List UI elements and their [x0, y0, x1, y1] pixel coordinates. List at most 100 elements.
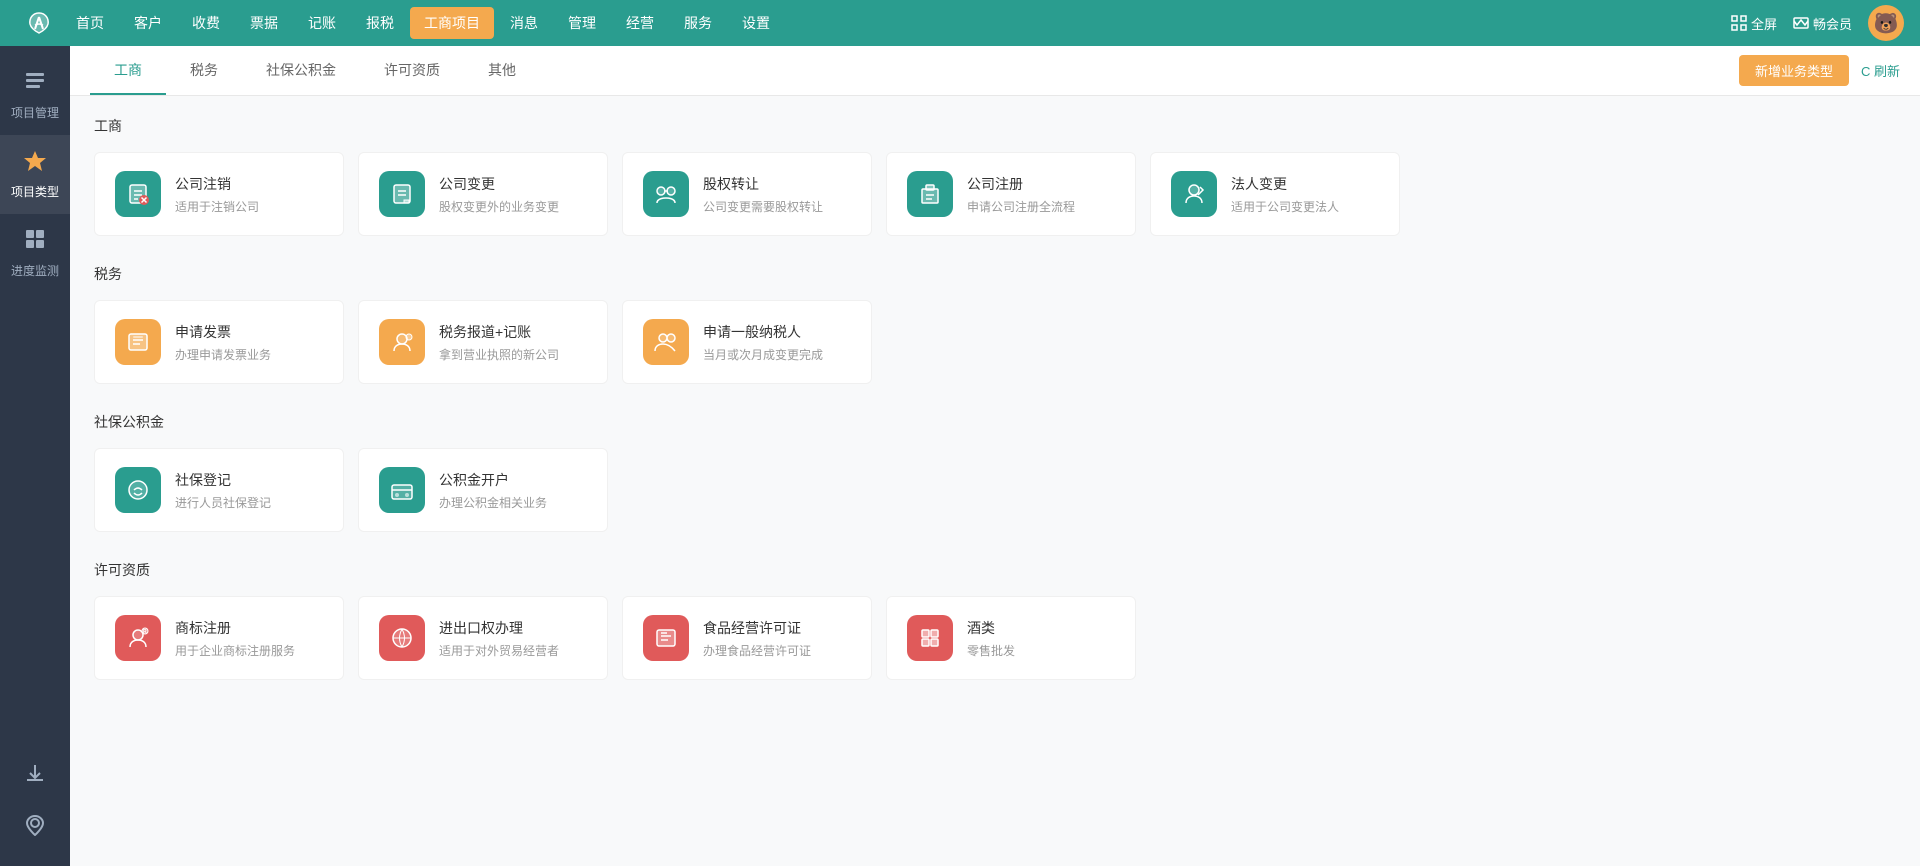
sidebar-item-project-manage[interactable]: 项目管理: [0, 56, 70, 135]
alcohol-title: 酒类: [967, 618, 1015, 638]
tab-qualification[interactable]: 许可资质: [360, 46, 464, 95]
card-apply-taxpayer[interactable]: 申请一般纳税人 当月或次月成变更完成: [622, 300, 872, 384]
fullscreen-button[interactable]: 全屏: [1731, 14, 1777, 33]
content-area[interactable]: 工商 公司注销 适用于注销公司 公司变更: [70, 96, 1920, 866]
card-alcohol[interactable]: 酒类 零售批发: [886, 596, 1136, 680]
company-register-title: 公司注册: [967, 174, 1075, 194]
card-company-register[interactable]: 公司注册 申请公司注册全流程: [886, 152, 1136, 236]
trademark-title: 商标注册: [175, 618, 295, 638]
vip-button[interactable]: 畅会员: [1793, 14, 1852, 33]
section-title-business: 工商: [94, 116, 1896, 136]
card-social-register[interactable]: 社保登记 进行人员社保登记: [94, 448, 344, 532]
nav-message[interactable]: 消息: [496, 7, 552, 39]
tax-report-text: 税务报道+记账 拿到营业执照的新公司: [439, 322, 559, 363]
food-license-icon: [643, 615, 689, 661]
nav-right-actions: 全屏 畅会员 🐻: [1731, 5, 1904, 41]
card-tax-report[interactable]: 税务报道+记账 拿到营业执照的新公司: [358, 300, 608, 384]
import-export-icon: [379, 615, 425, 661]
fund-open-icon: [379, 467, 425, 513]
tab-other[interactable]: 其他: [464, 46, 540, 95]
sidebar-download-icon[interactable]: [16, 754, 54, 798]
company-register-desc: 申请公司注册全流程: [967, 198, 1075, 215]
nav-fee[interactable]: 收费: [178, 7, 234, 39]
sidebar: 项目管理 项目类型 进度监测: [0, 46, 70, 866]
equity-transfer-title: 股权转让: [703, 174, 823, 194]
tabs-actions: 新增业务类型 C 刷新: [1739, 55, 1900, 86]
social-register-text: 社保登记 进行人员社保登记: [175, 470, 271, 511]
sidebar-bottom: [16, 754, 54, 866]
tabs-list: 工商 税务 社保公积金 许可资质 其他: [90, 46, 540, 95]
svg-text:R: R: [143, 629, 147, 635]
cards-grid-qualification: R 商标注册 用于企业商标注册服务 进出口权办理 适用于对外贸易经营者: [94, 596, 1896, 680]
card-apply-invoice[interactable]: 申请发票 办理申请发票业务: [94, 300, 344, 384]
equity-transfer-text: 股权转让 公司变更需要股权转让: [703, 174, 823, 215]
company-change-desc: 股权变更外的业务变更: [439, 198, 559, 215]
social-register-title: 社保登记: [175, 470, 271, 490]
user-avatar[interactable]: 🐻: [1868, 5, 1904, 41]
company-cancel-text: 公司注销 适用于注销公司: [175, 174, 259, 215]
food-license-title: 食品经营许可证: [703, 618, 811, 638]
card-legal-change[interactable]: 法人变更 适用于公司变更法人: [1150, 152, 1400, 236]
main-layout: 项目管理 项目类型 进度监测 工商: [0, 46, 1920, 866]
tax-report-desc: 拿到营业执照的新公司: [439, 346, 559, 363]
tab-business[interactable]: 工商: [90, 46, 166, 95]
apply-taxpayer-text: 申请一般纳税人 当月或次月成变更完成: [703, 322, 823, 363]
company-register-icon: [907, 171, 953, 217]
card-company-change[interactable]: 公司变更 股权变更外的业务变更: [358, 152, 608, 236]
section-title-social: 社保公积金: [94, 412, 1896, 432]
fund-open-desc: 办理公积金相关业务: [439, 494, 547, 511]
company-change-icon: [379, 171, 425, 217]
nav-settings[interactable]: 设置: [728, 7, 784, 39]
main-content: 工商 税务 社保公积金 许可资质 其他 新增业务类型 C 刷新 工商: [70, 46, 1920, 866]
vip-label: 畅会员: [1813, 14, 1852, 33]
nav-home[interactable]: 首页: [62, 7, 118, 39]
nav-tax[interactable]: 报税: [352, 7, 408, 39]
card-trademark[interactable]: R 商标注册 用于企业商标注册服务: [94, 596, 344, 680]
sidebar-item-progress-monitor[interactable]: 进度监测: [0, 214, 70, 293]
company-change-title: 公司变更: [439, 174, 559, 194]
card-company-cancel[interactable]: 公司注销 适用于注销公司: [94, 152, 344, 236]
fullscreen-label: 全屏: [1751, 14, 1777, 33]
import-export-title: 进出口权办理: [439, 618, 559, 638]
nav-accounting[interactable]: 记账: [294, 7, 350, 39]
apply-invoice-title: 申请发票: [175, 322, 271, 342]
legal-change-text: 法人变更 适用于公司变更法人: [1231, 174, 1339, 215]
card-fund-open[interactable]: 公积金开户 办理公积金相关业务: [358, 448, 608, 532]
nav-operate[interactable]: 经营: [612, 7, 668, 39]
social-register-icon: [115, 467, 161, 513]
tab-social-security[interactable]: 社保公积金: [242, 46, 360, 95]
trademark-text: 商标注册 用于企业商标注册服务: [175, 618, 295, 659]
card-food-license[interactable]: 食品经营许可证 办理食品经营许可证: [622, 596, 872, 680]
card-equity-transfer[interactable]: 股权转让 公司变更需要股权转让: [622, 152, 872, 236]
app-logo: [16, 0, 62, 46]
nav-customer[interactable]: 客户: [120, 7, 176, 39]
sidebar-label-project-manage: 项目管理: [11, 104, 59, 121]
company-cancel-desc: 适用于注销公司: [175, 198, 259, 215]
legal-change-desc: 适用于公司变更法人: [1231, 198, 1339, 215]
tax-report-icon: [379, 319, 425, 365]
project-manage-icon: [24, 70, 46, 98]
tax-report-title: 税务报道+记账: [439, 322, 559, 342]
company-cancel-icon: [115, 171, 161, 217]
alcohol-icon: [907, 615, 953, 661]
apply-invoice-text: 申请发票 办理申请发票业务: [175, 322, 271, 363]
nav-manage[interactable]: 管理: [554, 7, 610, 39]
sidebar-item-project-type[interactable]: 项目类型: [0, 135, 70, 214]
nav-bill[interactable]: 票据: [236, 7, 292, 39]
tab-tax[interactable]: 税务: [166, 46, 242, 95]
apply-invoice-desc: 办理申请发票业务: [175, 346, 271, 363]
sidebar-location-icon[interactable]: [16, 806, 54, 850]
section-title-tax: 税务: [94, 264, 1896, 284]
card-import-export[interactable]: 进出口权办理 适用于对外贸易经营者: [358, 596, 608, 680]
nav-service[interactable]: 服务: [670, 7, 726, 39]
cards-grid-business: 公司注销 适用于注销公司 公司变更 股权变更外的业务变更: [94, 152, 1896, 236]
refresh-button[interactable]: C 刷新: [1861, 61, 1900, 80]
equity-transfer-icon: [643, 171, 689, 217]
nav-business[interactable]: 工商项目: [410, 7, 494, 39]
project-type-icon: [24, 149, 46, 177]
food-license-desc: 办理食品经营许可证: [703, 642, 811, 659]
add-type-button[interactable]: 新增业务类型: [1739, 55, 1849, 86]
alcohol-desc: 零售批发: [967, 642, 1015, 659]
sidebar-label-project-type: 项目类型: [11, 183, 59, 200]
apply-taxpayer-icon: [643, 319, 689, 365]
